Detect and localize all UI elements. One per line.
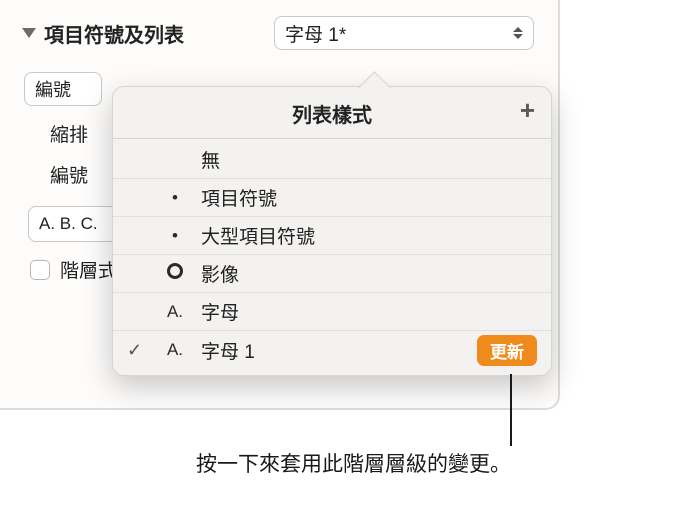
style-list-item[interactable]: • 大型項目符號: [113, 217, 551, 255]
list-item-marker: •: [155, 226, 195, 246]
update-button[interactable]: 更新: [477, 335, 537, 366]
numbering-select[interactable]: 編號: [24, 72, 102, 106]
ring-icon: [167, 263, 183, 279]
hier-checkbox[interactable]: [30, 260, 50, 280]
style-list-item[interactable]: A. 字母: [113, 293, 551, 331]
callout-line: [510, 374, 512, 446]
list-item-label: 字母 1: [201, 337, 255, 364]
chevron-updown-icon: [513, 27, 523, 39]
indent-label: 縮排: [50, 120, 88, 147]
hier-label: 階層式: [60, 256, 117, 283]
format-sample-value: A. B. C.: [39, 214, 98, 234]
format-sample-select[interactable]: A. B. C.: [28, 206, 118, 242]
list-item-label: 項目符號: [201, 184, 277, 211]
callout-text: 按一下來套用此階層層級的變更。: [196, 448, 511, 478]
numbering2-label: 編號: [50, 161, 88, 188]
list-item-label: 無: [201, 146, 220, 173]
style-list-item[interactable]: 影像: [113, 255, 551, 293]
list-item-label: 大型項目符號: [201, 222, 315, 249]
check-icon: ✓: [127, 340, 142, 361]
style-list-item[interactable]: ✓ A. 字母 1 更新: [113, 331, 551, 369]
style-list: .無 • 項目符號 • 大型項目符號影像 A. 字母 ✓ A. 字母 1 更新: [113, 139, 551, 371]
list-style-popover: 列表樣式 + .無 • 項目符號 • 大型項目符號影像 A. 字母 ✓ A. 字母 1 更新: [112, 86, 552, 376]
list-item-label: 影像: [201, 260, 239, 287]
style-list-item[interactable]: .無: [113, 141, 551, 179]
numbering-label: 編號: [35, 76, 71, 102]
list-item-label: 字母: [201, 298, 239, 325]
popover-title: 列表樣式: [292, 105, 372, 127]
list-item-marker: [155, 263, 195, 284]
list-style-select[interactable]: 字母 1*: [274, 16, 534, 50]
add-style-button[interactable]: +: [520, 97, 535, 123]
list-item-marker: A.: [155, 302, 195, 322]
list-item-marker: A.: [155, 340, 195, 360]
list-item-marker: •: [155, 188, 195, 208]
style-list-item[interactable]: • 項目符號: [113, 179, 551, 217]
section-title: 項目符號及列表: [44, 19, 184, 48]
list-style-value: 字母 1*: [285, 20, 346, 47]
section-disclosure-icon[interactable]: [22, 28, 36, 38]
